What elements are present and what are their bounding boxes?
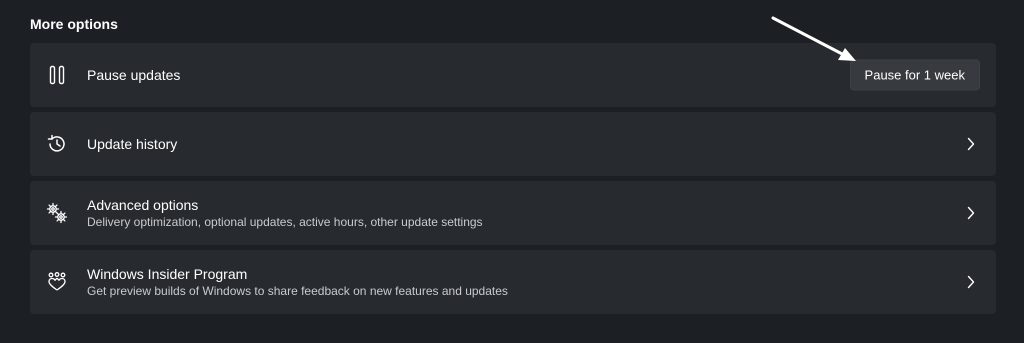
- windows-insider-program-row[interactable]: Windows Insider Program Get preview buil…: [30, 250, 996, 314]
- chevron-right-icon: [964, 275, 978, 289]
- gears-icon: [46, 202, 68, 224]
- chevron-right-icon: [964, 206, 978, 220]
- windows-insider-program-label: Windows Insider Program: [87, 266, 248, 282]
- advanced-options-row[interactable]: Advanced options Delivery optimization, …: [30, 181, 996, 245]
- windows-insider-program-text: Windows Insider Program Get preview buil…: [87, 265, 508, 299]
- advanced-options-description: Delivery optimization, optional updates,…: [87, 215, 483, 229]
- pause-updates-label: Pause updates: [87, 67, 181, 83]
- chevron-right-icon: [964, 137, 978, 151]
- section-title: More options: [30, 16, 118, 32]
- pause-for-1-week-button[interactable]: Pause for 1 week: [849, 59, 980, 91]
- pause-updates-text: Pause updates: [87, 66, 180, 84]
- more-options-page: More options Pause updates Pause for 1 w…: [0, 0, 1024, 343]
- update-history-label: Update history: [87, 136, 178, 152]
- pause-icon: [46, 64, 68, 86]
- update-history-row[interactable]: Update history: [30, 112, 996, 176]
- windows-insider-program-description: Get preview builds of Windows to share f…: [87, 284, 508, 298]
- annotation-arrow-icon: [771, 16, 856, 61]
- update-history-text: Update history: [87, 135, 177, 153]
- history-icon: [46, 133, 68, 155]
- advanced-options-label: Advanced options: [87, 197, 199, 213]
- advanced-options-text: Advanced options Delivery optimization, …: [87, 196, 483, 230]
- insider-hearts-icon: [46, 271, 68, 293]
